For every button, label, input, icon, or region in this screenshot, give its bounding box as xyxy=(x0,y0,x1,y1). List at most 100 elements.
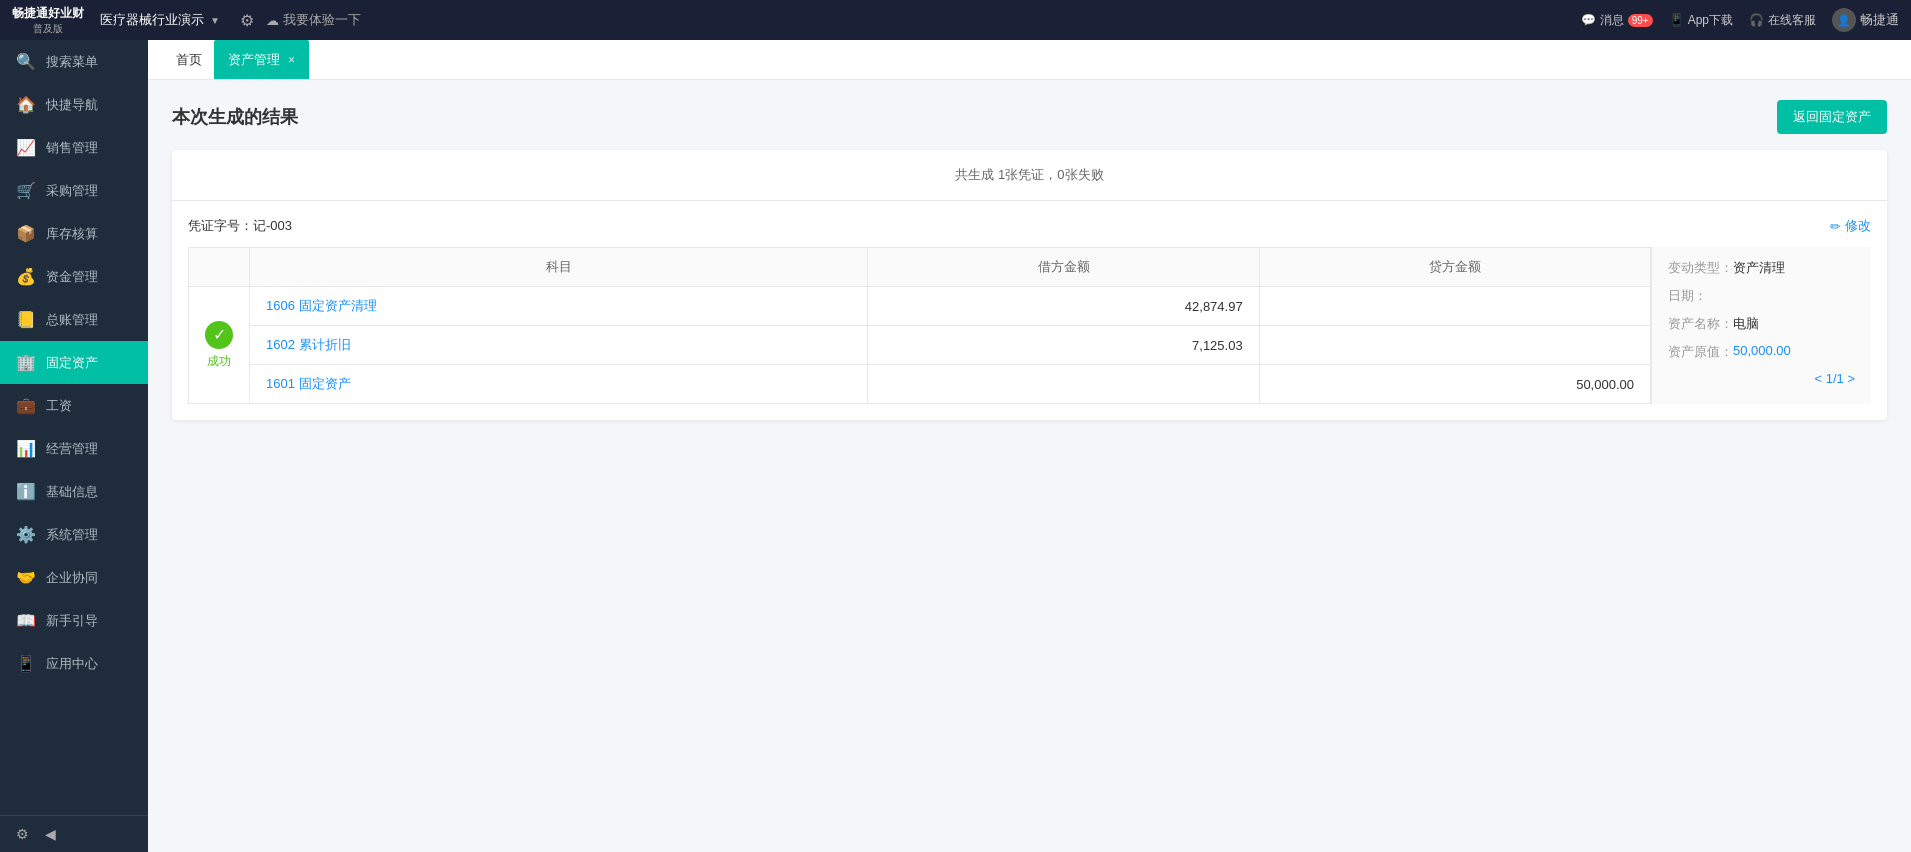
asset-management-tab[interactable]: 资产管理 × xyxy=(214,40,309,79)
table-header-row: 科目 借方金额 贷方金额 xyxy=(189,248,1651,287)
avatar-icon: 👤 xyxy=(1837,14,1851,27)
sidebar-label-ledger: 总账管理 xyxy=(46,311,98,329)
edit-button[interactable]: ✏ 修改 xyxy=(1830,217,1871,235)
subject-cell: 1602 累计折旧 xyxy=(250,326,868,365)
change-type-label: 变动类型： xyxy=(1668,259,1733,277)
sidebar-item-funds[interactable]: 💰资金管理 xyxy=(0,255,148,298)
user-area[interactable]: 👤 畅捷通 xyxy=(1832,8,1899,32)
sidebar: 🔍 搜索菜单 🏠快捷导航📈销售管理 🛒 采购管理 📦库存核算💰资金管理📒总账管理🏢固定资产… xyxy=(0,40,148,852)
success-icon: ✓ xyxy=(205,321,233,349)
voucher-number: 凭证字号：记-003 xyxy=(188,217,292,235)
sidebar-icon-system: ⚙️ xyxy=(16,525,36,544)
sidebar-label-basic-info: 基础信息 xyxy=(46,483,98,501)
experience-icon: ☁ xyxy=(266,13,279,28)
pagination-text[interactable]: < 1/1 > xyxy=(1815,371,1855,386)
voucher-header: 凭证字号：记-003 ✏ 修改 xyxy=(188,217,1871,235)
app-download-icon: 📱 xyxy=(1669,13,1684,27)
sidebar-bottom: ⚙ ◀ xyxy=(0,815,148,852)
sidebar-icon-purchase: 🛒 xyxy=(16,181,36,200)
message-badge: 99+ xyxy=(1628,14,1653,27)
company-name: 医疗器械行业演示 xyxy=(100,11,204,29)
success-text: 成功 xyxy=(205,353,233,370)
main-layout: 🔍 搜索菜单 🏠快捷导航📈销售管理 🛒 采购管理 📦库存核算💰资金管理📒总账管理🏢固定资产… xyxy=(0,40,1911,852)
header-right: 💬 消息 99+ 📱 App下载 🎧 在线客服 👤 畅捷通 xyxy=(1581,8,1899,32)
sidebar-item-purchase[interactable]: 🛒 采购管理 xyxy=(0,169,148,212)
tab-bar: 首页 资产管理 × xyxy=(148,40,1911,80)
message-button[interactable]: 💬 消息 99+ xyxy=(1581,12,1653,29)
sidebar-item-system[interactable]: ⚙️系统管理 xyxy=(0,513,148,556)
asset-value-label: 资产原值： xyxy=(1668,343,1733,361)
home-tab[interactable]: 首页 xyxy=(164,40,214,79)
sidebar-item-app-center[interactable]: 📱应用中心 xyxy=(0,642,148,685)
logo-subtitle: 普及版 xyxy=(33,22,63,36)
sidebar-icon-fixed-assets: 🏢 xyxy=(16,353,36,372)
home-tab-label: 首页 xyxy=(176,51,202,69)
sidebar-item-payroll[interactable]: 💼工资 xyxy=(0,384,148,427)
sidebar-icon-funds: 💰 xyxy=(16,267,36,286)
credit-cell: 50,000.00 xyxy=(1259,365,1650,404)
sidebar-icon-sales: 📈 xyxy=(16,138,36,157)
edit-label: 修改 xyxy=(1845,217,1871,235)
sidebar-icon-cooperation: 🤝 xyxy=(16,568,36,587)
experience-button[interactable]: ☁ 我要体验一下 xyxy=(266,11,361,29)
content-area: 首页 资产管理 × 本次生成的结果 返回固定资产 共生成 1张凭证，0张失败 xyxy=(148,40,1911,852)
service-label: 在线客服 xyxy=(1768,12,1816,29)
debit-cell: 7,125.03 xyxy=(868,326,1259,365)
result-summary: 共生成 1张凭证，0张失败 xyxy=(172,150,1887,201)
asset-value-value: 50,000.00 xyxy=(1733,343,1791,361)
sidebar-item-search[interactable]: 🔍 搜索菜单 xyxy=(0,40,148,83)
top-header: 畅捷通好业财 普及版 医疗器械行业演示 ▼ ⚙ ☁ 我要体验一下 💬 消息 99… xyxy=(0,0,1911,40)
sidebar-item-basic-info[interactable]: ℹ️基础信息 xyxy=(0,470,148,513)
credit-col-header: 贷方金额 xyxy=(1259,248,1650,287)
status-col-header xyxy=(189,248,250,287)
sidebar-icon-inventory: 📦 xyxy=(16,224,36,243)
sidebar-item-inventory[interactable]: 📦库存核算 xyxy=(0,212,148,255)
sidebar-item-sales[interactable]: 📈销售管理 xyxy=(0,126,148,169)
page-title: 本次生成的结果 xyxy=(172,105,298,129)
voucher-side-panel: 变动类型： 资产清理 日期： 资产名称： 电脑 xyxy=(1651,247,1871,404)
app-download-button[interactable]: 📱 App下载 xyxy=(1669,12,1733,29)
page-content: 本次生成的结果 返回固定资产 共生成 1张凭证，0张失败 凭证字号：记-003 … xyxy=(148,80,1911,852)
debit-col-header: 借方金额 xyxy=(868,248,1259,287)
sidebar-item-ledger[interactable]: 📒总账管理 xyxy=(0,298,148,341)
sidebar-settings-button[interactable]: ⚙ xyxy=(16,826,29,842)
online-service-button[interactable]: 🎧 在线客服 xyxy=(1749,12,1816,29)
asset-name-label: 资产名称： xyxy=(1668,315,1733,333)
sidebar-icon-quick-nav: 🏠 xyxy=(16,95,36,114)
sidebar-item-operations[interactable]: 📊 经营管理 xyxy=(0,427,148,470)
sidebar-label-search: 搜索菜单 xyxy=(46,53,98,71)
company-selector[interactable]: 医疗器械行业演示 ▼ xyxy=(92,7,228,33)
app-download-label: App下载 xyxy=(1688,12,1733,29)
edit-icon: ✏ xyxy=(1830,219,1841,234)
table-row: ✓ 成功 1606 固定资产清理42,874.97 xyxy=(189,287,1651,326)
tab-label: 资产管理 xyxy=(228,51,280,69)
change-type-value: 资产清理 xyxy=(1733,259,1785,277)
settings-icon[interactable]: ⚙ xyxy=(236,7,258,34)
sidebar-label-operations: 经营管理 xyxy=(46,440,98,458)
voucher-content: 科目 借方金额 贷方金额 ✓ 成功 1606 固定资产清理42,874.9716… xyxy=(188,247,1871,404)
user-name: 畅捷通 xyxy=(1860,11,1899,29)
sidebar-item-guide[interactable]: 📖新手引导 xyxy=(0,599,148,642)
debit-cell: 42,874.97 xyxy=(868,287,1259,326)
asset-name-value: 电脑 xyxy=(1733,315,1759,333)
credit-cell xyxy=(1259,326,1650,365)
sidebar-icon-search: 🔍 xyxy=(16,52,36,71)
sidebar-label-purchase: 采购管理 xyxy=(46,182,98,200)
page-title-row: 本次生成的结果 返回固定资产 xyxy=(172,100,1887,134)
return-button[interactable]: 返回固定资产 xyxy=(1777,100,1887,134)
summary-text: 共生成 1张凭证，0张失败 xyxy=(955,167,1103,182)
sidebar-icon-operations: 📊 xyxy=(16,439,36,458)
experience-label: 我要体验一下 xyxy=(283,11,361,29)
date-row: 日期： xyxy=(1668,287,1855,305)
voucher-table: 科目 借方金额 贷方金额 ✓ 成功 1606 固定资产清理42,874.9716… xyxy=(188,247,1651,404)
sidebar-item-quick-nav[interactable]: 🏠快捷导航 xyxy=(0,83,148,126)
message-icon: 💬 xyxy=(1581,13,1596,27)
tab-close-icon[interactable]: × xyxy=(288,53,295,67)
result-panel: 共生成 1张凭证，0张失败 凭证字号：记-003 ✏ 修改 xyxy=(172,150,1887,420)
service-icon: 🎧 xyxy=(1749,13,1764,27)
sidebar-item-cooperation[interactable]: 🤝企业协同 xyxy=(0,556,148,599)
sidebar-item-fixed-assets[interactable]: 🏢固定资产 xyxy=(0,341,148,384)
change-type-row: 变动类型： 资产清理 xyxy=(1668,259,1855,277)
sidebar-scroll: 🔍 搜索菜单 🏠快捷导航📈销售管理 🛒 采购管理 📦库存核算💰资金管理📒总账管理🏢固定资产… xyxy=(0,40,148,815)
sidebar-toggle-button[interactable]: ◀ xyxy=(45,826,56,842)
